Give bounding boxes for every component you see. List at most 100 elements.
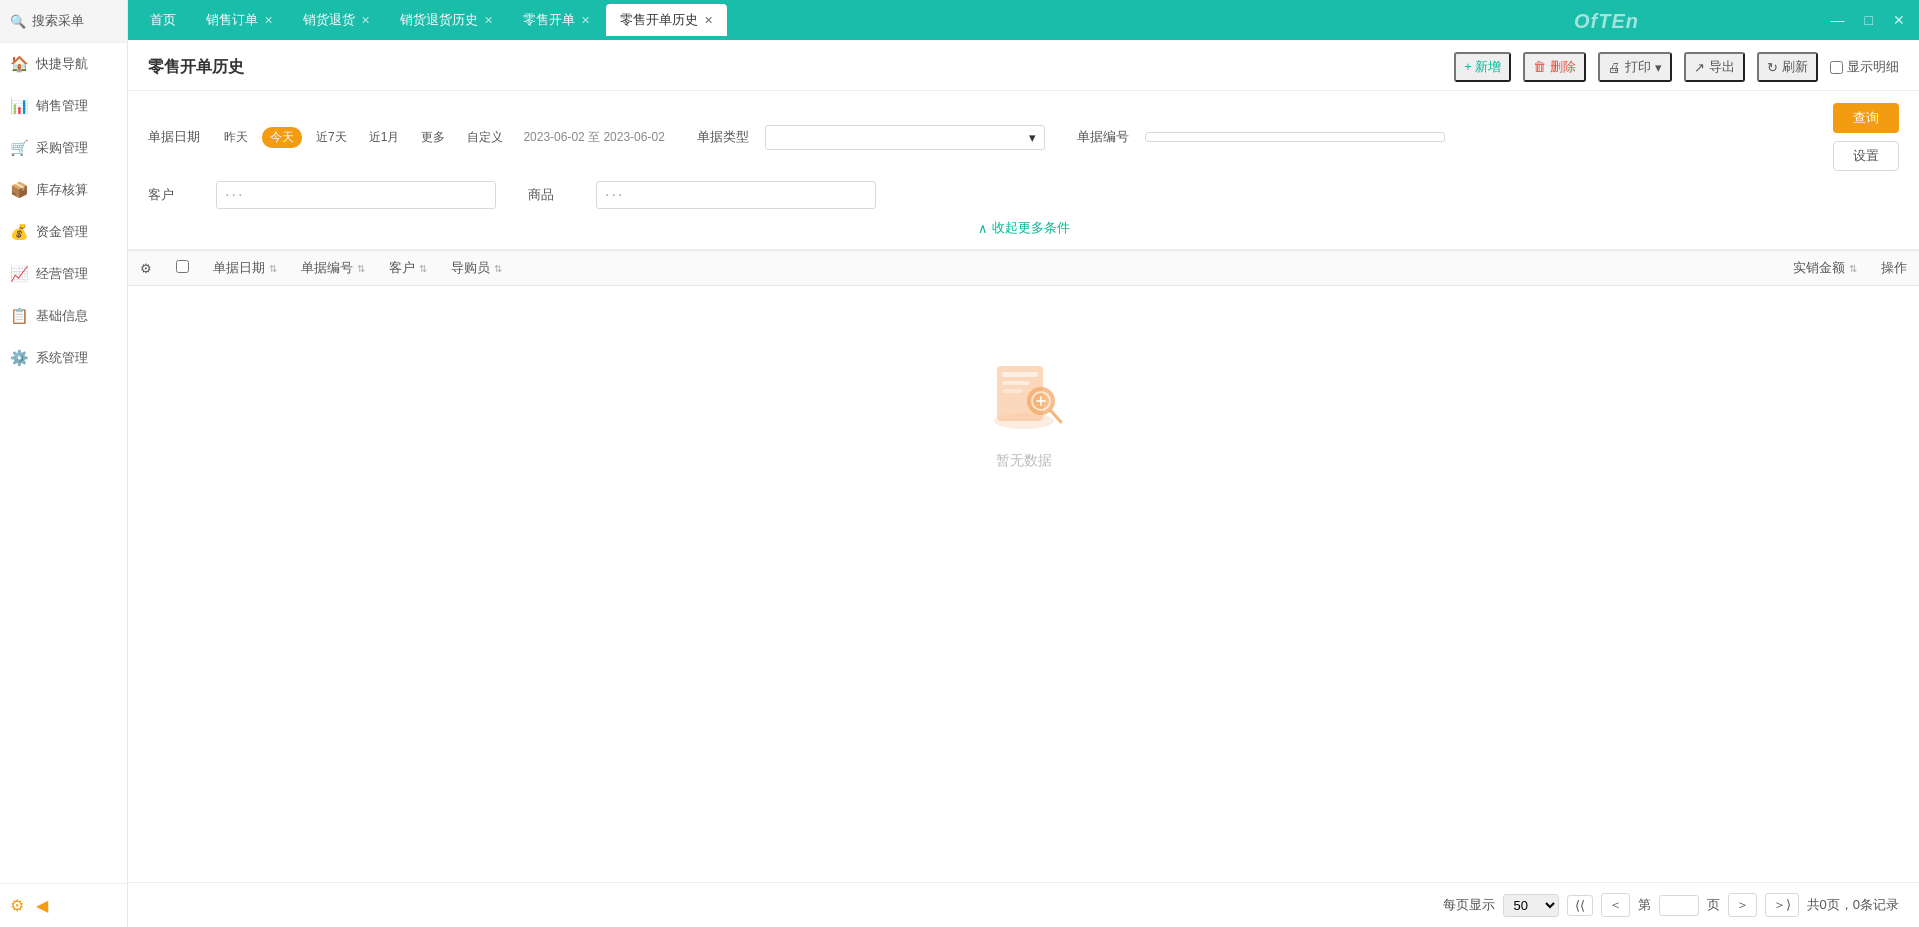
nav-label-quick-nav: 快捷导航 — [36, 55, 88, 73]
tab-list: 首页销售订单✕销货退货✕销货退货历史✕零售开单✕零售开单历史✕ — [136, 4, 727, 36]
show-detail-checkbox[interactable]: 显示明细 — [1830, 58, 1899, 76]
filter-row-2: 客户 ··· 商品 ··· — [148, 181, 1899, 209]
filter-area: 单据日期 昨天 今天 近7天 近1月 更多 自定义 2023-06-02 至 2… — [128, 91, 1919, 250]
empty-state: 暂无数据 — [128, 286, 1919, 530]
print-icon: 🖨 — [1608, 60, 1621, 75]
nav-icon-sales-mgmt: 📊 — [10, 97, 28, 115]
close-btn[interactable]: ✕ — [1887, 10, 1911, 30]
page-header: 零售开单历史 + 新增 🗑 删除 🖨 打印 ▾ ↗ 导出 ↻ 刷新 — [128, 40, 1919, 91]
sidebar-item-system-mgmt[interactable]: ⚙️系统管理 — [0, 337, 127, 379]
nav-label-inventory: 库存核算 — [36, 181, 88, 199]
amount-sort-icon[interactable]: ⇅ — [1849, 263, 1857, 274]
tab-close-sales-return[interactable]: ✕ — [361, 14, 370, 27]
col-check[interactable] — [164, 251, 201, 286]
tab-sales-return-history[interactable]: 销货退货历史 ✕ — [386, 4, 507, 36]
refresh-label: 刷新 — [1782, 58, 1808, 76]
type-label: 单据类型 — [697, 128, 753, 146]
date-7days[interactable]: 近7天 — [308, 127, 355, 148]
collapse-btn[interactable]: ∧ 收起更多条件 — [148, 219, 1899, 237]
nav-icon-basic-info: 📋 — [10, 307, 28, 325]
sidebar-item-quick-nav[interactable]: 🏠快捷导航 — [0, 43, 127, 85]
collapse-label: 收起更多条件 — [992, 219, 1070, 237]
refresh-button[interactable]: ↻ 刷新 — [1757, 52, 1818, 82]
collapse-icon[interactable]: ◀ — [36, 896, 48, 915]
date-today[interactable]: 今天 — [262, 127, 302, 148]
svg-rect-2 — [1002, 372, 1038, 377]
goods-dots: ··· — [605, 186, 624, 204]
tab-label-home: 首页 — [150, 11, 176, 29]
tab-retail-open[interactable]: 零售开单✕ — [509, 4, 604, 36]
tab-close-retail-open-history[interactable]: ✕ — [704, 14, 713, 27]
tab-home[interactable]: 首页 — [136, 4, 190, 36]
sidebar-item-operation-mgmt[interactable]: 📈经营管理 — [0, 253, 127, 295]
nav-label-finance-mgmt: 资金管理 — [36, 223, 88, 241]
doc-no-input[interactable] — [1145, 132, 1445, 142]
type-select[interactable]: ▾ — [765, 125, 1045, 150]
tab-close-sales-order[interactable]: ✕ — [264, 14, 273, 27]
col-settings[interactable]: ⚙ — [128, 251, 164, 286]
setting-button[interactable]: 设置 — [1833, 141, 1899, 171]
select-all-checkbox[interactable] — [176, 260, 189, 273]
filter-actions: 查询 设置 — [1833, 103, 1899, 171]
sidebar-nav: 🏠快捷导航 📊 销售管理 🛒采购管理📦库存核算💰资金管理📈经营管理 📋 基础信息 ⚙️系统管… — [0, 43, 127, 379]
col-customer: 客户 ⇅ — [377, 251, 439, 286]
sidebar-item-inventory[interactable]: 📦库存核算 — [0, 169, 127, 211]
sidebar-search[interactable]: 🔍 搜索采单 — [0, 0, 127, 43]
doc-no-sort-icon[interactable]: ⇅ — [357, 263, 365, 274]
last-page-btn[interactable]: ＞⟩ — [1765, 893, 1799, 917]
export-button[interactable]: ↗ 导出 — [1684, 52, 1745, 82]
next-page-btn[interactable]: ＞ — [1728, 893, 1757, 917]
page-size-select[interactable]: 50 100 200 — [1503, 894, 1559, 917]
tab-sales-return[interactable]: 销货退货✕ — [289, 4, 384, 36]
window-controls: — □ ✕ — [1825, 10, 1911, 30]
date-more[interactable]: 更多 — [413, 127, 453, 148]
col-date: 单据日期⇅ — [201, 251, 289, 286]
nav-label-basic-info: 基础信息 — [36, 307, 88, 325]
table-head: ⚙ 单据日期⇅ 单据编号⇅ 客户⇅ 导购员⇅ 实销金额⇅ 操作 — [128, 251, 1919, 286]
col-customer-label: 客户 — [389, 260, 415, 275]
guide-sort-icon[interactable]: ⇅ — [494, 263, 502, 274]
date-sort-icon[interactable]: ⇅ — [269, 263, 277, 274]
col-guide-label: 导购员 — [451, 260, 490, 275]
date-1month[interactable]: 近1月 — [361, 127, 408, 148]
tab-label-sales-order: 销售订单 — [206, 11, 258, 29]
empty-text: 暂无数据 — [996, 452, 1052, 470]
settings-icon[interactable]: ⚙ — [10, 896, 24, 915]
minimize-btn[interactable]: — — [1825, 10, 1851, 30]
tab-close-sales-return-history[interactable]: ✕ — [484, 14, 493, 27]
empty-icon — [979, 346, 1069, 436]
nav-label-operation-mgmt: 经营管理 — [36, 265, 88, 283]
current-page-input[interactable]: 1 — [1659, 895, 1699, 916]
svg-rect-4 — [1002, 389, 1022, 393]
collapse-chevron-icon: ∧ — [978, 221, 988, 236]
date-yesterday[interactable]: 昨天 — [216, 127, 256, 148]
date-range-text: 2023-06-02 至 2023-06-02 — [523, 129, 664, 146]
col-action: 操作 — [1869, 251, 1919, 286]
maximize-btn[interactable]: □ — [1859, 10, 1879, 30]
customer-sort-icon[interactable]: ⇅ — [419, 263, 427, 274]
tab-retail-open-history[interactable]: 零售开单历史✕ — [606, 4, 727, 36]
tab-sales-order[interactable]: 销售订单 ✕ — [192, 4, 287, 36]
customer-input[interactable]: ··· — [216, 181, 496, 209]
goods-input[interactable]: ··· — [596, 181, 876, 209]
page-size-label: 每页显示 — [1443, 896, 1495, 914]
nav-icon-system-mgmt: ⚙️ — [10, 349, 28, 367]
tab-close-retail-open[interactable]: ✕ — [581, 14, 590, 27]
sidebar-item-purchase-mgmt[interactable]: 🛒采购管理 — [0, 127, 127, 169]
show-detail-input[interactable] — [1830, 61, 1843, 74]
sidebar-item-finance-mgmt[interactable]: 💰资金管理 — [0, 211, 127, 253]
sidebar-item-sales-mgmt[interactable]: 📊 销售管理 — [0, 85, 127, 127]
delete-button[interactable]: 🗑 删除 — [1523, 52, 1586, 82]
print-button[interactable]: 🖨 打印 ▾ — [1598, 52, 1672, 82]
add-button[interactable]: + 新增 — [1454, 52, 1511, 82]
col-spacer — [514, 251, 1781, 286]
sidebar-item-basic-info[interactable]: 📋 基础信息 — [0, 295, 127, 337]
nav-label-sales-mgmt: 销售管理 — [36, 97, 88, 115]
first-page-btn[interactable]: ⟨⟨ — [1567, 895, 1593, 916]
prev-page-btn[interactable]: ＜ — [1601, 893, 1630, 917]
tab-label-sales-return-history: 销货退货历史 — [400, 11, 478, 29]
date-custom[interactable]: 自定义 — [459, 127, 511, 148]
col-guide: 导购员 ⇅ — [439, 251, 514, 286]
svg-rect-3 — [1002, 381, 1030, 385]
query-button[interactable]: 查询 — [1833, 103, 1899, 133]
